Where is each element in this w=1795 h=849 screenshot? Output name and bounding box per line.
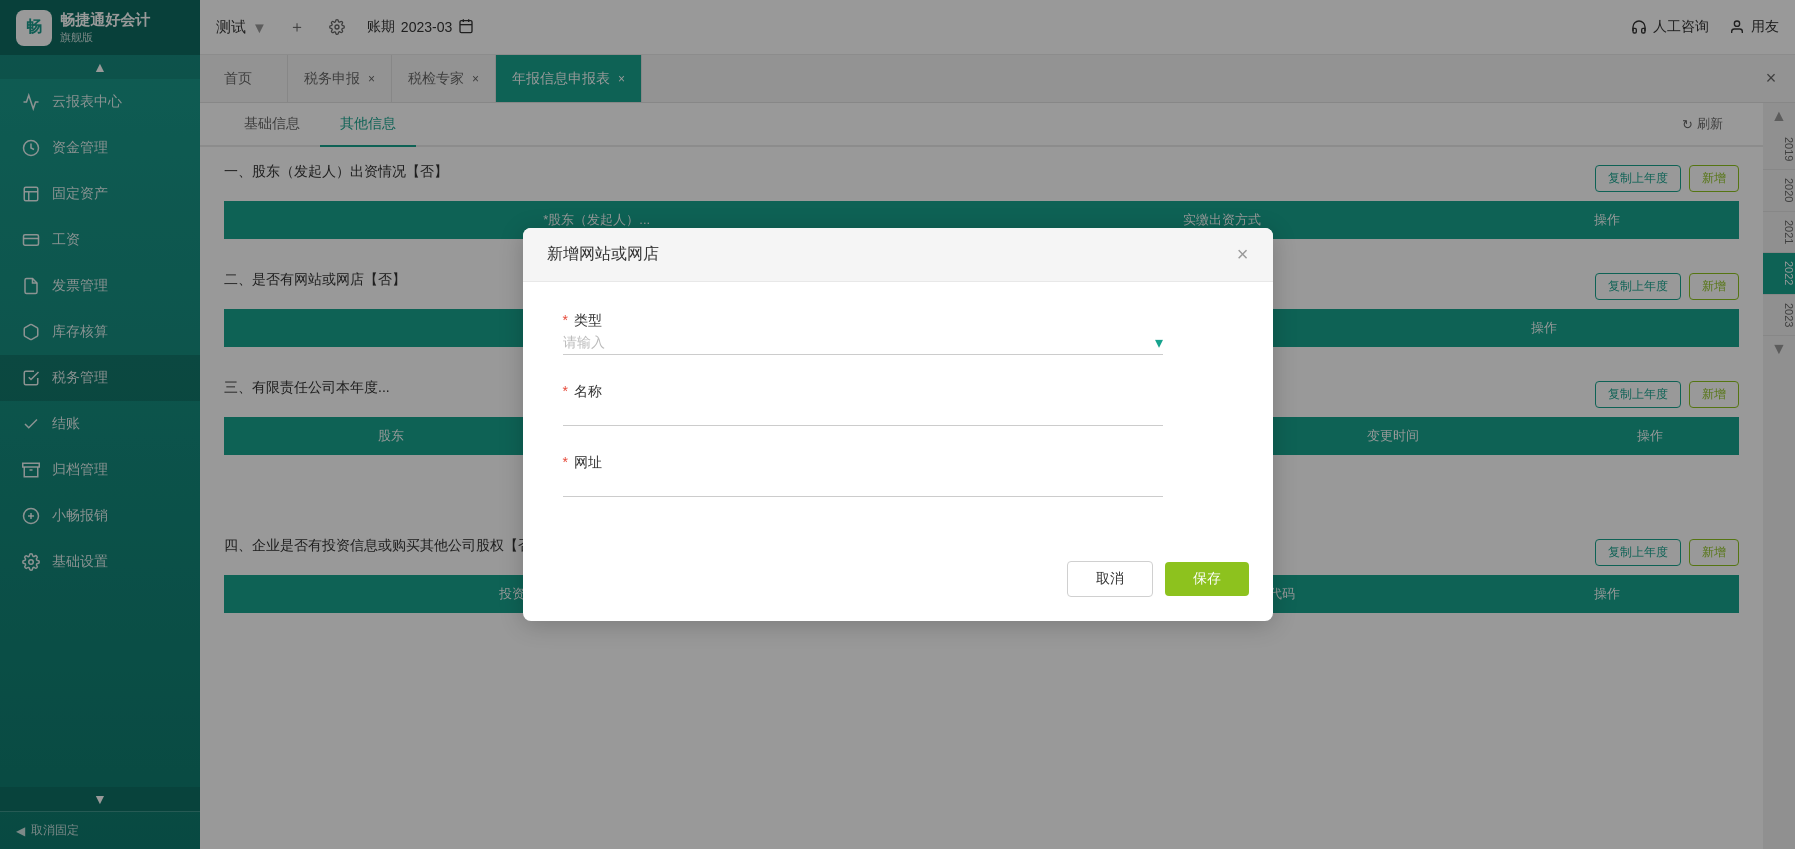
modal-footer: 取消 保存: [523, 545, 1273, 621]
url-label: 网址: [574, 454, 634, 472]
form-row-type: * 类型 ▾: [563, 312, 1233, 355]
modal-dialog: 新增网站或网店 × * 类型 ▾ * 名称: [523, 228, 1273, 622]
modal-body: * 类型 ▾ * 名称 * 网址: [523, 282, 1273, 546]
form-row-url: * 网址: [563, 454, 1233, 497]
modal-title: 新增网站或网店: [547, 244, 659, 265]
modal-overlay: 新增网站或网店 × * 类型 ▾ * 名称: [0, 0, 1795, 849]
type-label: 类型: [574, 312, 634, 330]
url-input[interactable]: [563, 472, 1163, 497]
url-input-wrap: [563, 472, 1163, 497]
cancel-button[interactable]: 取消: [1067, 561, 1153, 597]
name-required-mark: *: [563, 383, 568, 399]
type-required-mark: *: [563, 312, 568, 328]
name-input[interactable]: [563, 401, 1163, 426]
form-row-name: * 名称: [563, 383, 1233, 426]
type-input[interactable]: [563, 330, 1163, 355]
type-input-wrap: ▾: [563, 330, 1163, 355]
modal-close-btn[interactable]: ×: [1237, 244, 1249, 264]
type-dropdown-icon[interactable]: ▾: [1155, 333, 1163, 352]
save-button[interactable]: 保存: [1165, 562, 1249, 596]
name-input-wrap: [563, 401, 1163, 426]
modal-header: 新增网站或网店 ×: [523, 228, 1273, 282]
url-required-mark: *: [563, 454, 568, 470]
name-label: 名称: [574, 383, 634, 401]
